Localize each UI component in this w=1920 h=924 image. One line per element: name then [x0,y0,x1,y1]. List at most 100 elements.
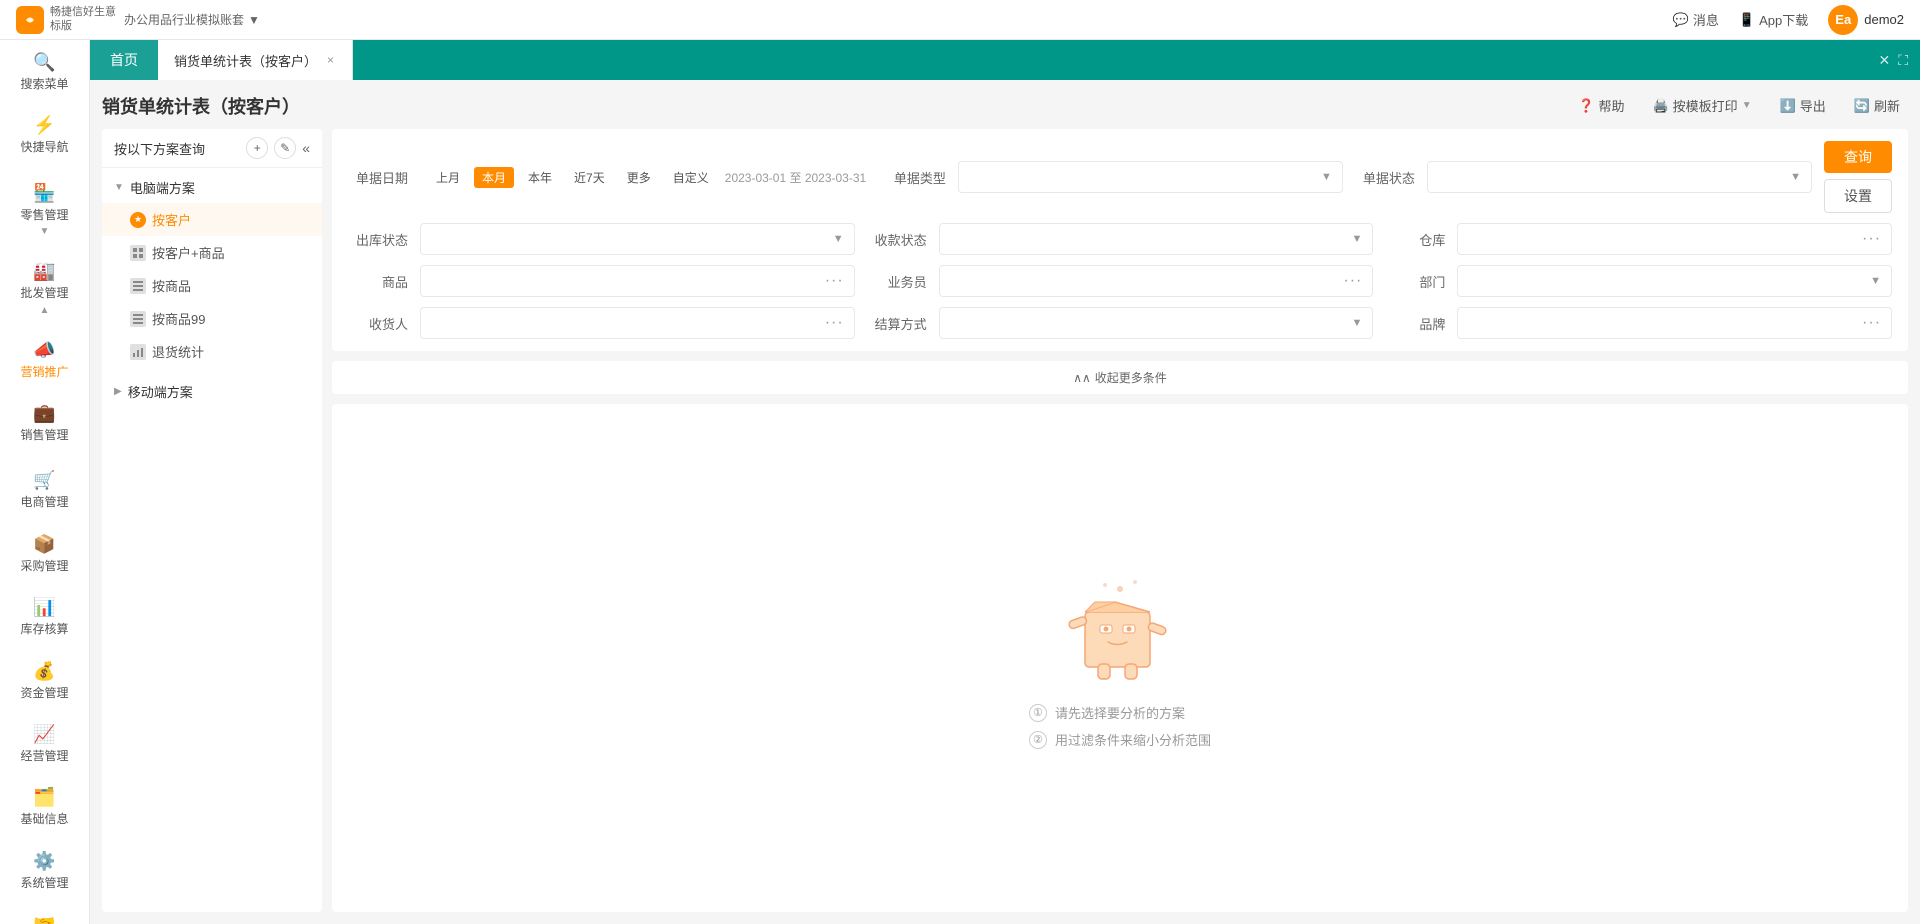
purchase-icon: 📦 [33,534,55,555]
sidebar-item-ecommerce[interactable]: 🛒 电商管理 [0,458,89,521]
sales-icon: 💼 [33,403,55,424]
sidebar-item-quicknav[interactable]: ⚡ 快捷导航 [0,103,89,166]
date-custom-btn[interactable]: 自定义 [665,167,717,188]
sidebar-item-inventory[interactable]: 📊 库存核算 [0,585,89,648]
scheme-add-button[interactable]: + [246,137,268,159]
export-icon: ⬇️ [1780,98,1796,114]
app-icon: 📱 [1739,12,1755,28]
operations-icon: 📈 [33,724,55,745]
scheme-item-customer-goods[interactable]: 按客户+商品 [102,236,322,269]
filter-row-3: 商品 ··· 业务员 ··· 部门 [348,265,1892,297]
doc-type-arrow-icon: ▼ [1321,171,1332,183]
page-container: 销货单统计表（按客户） ❓ 帮助 🖨️ 按模板打印 ▼ ⬇️ 导出 [90,80,1920,924]
salesperson-control[interactable]: ··· [939,265,1374,297]
payment-label: 结算方式 [867,314,927,333]
scheme-group-desktop-header[interactable]: ▼ 电脑端方案 [102,172,322,203]
scheme-tools: + ✎ « [246,137,310,159]
sidebar-item-wholesale[interactable]: 🏭 批发管理 ▲ [0,249,89,327]
marketing-icon: 📣 [33,340,55,361]
help-button[interactable]: ❓ 帮助 [1570,92,1632,119]
date-this-month-btn[interactable]: 本月 [474,167,514,188]
print-arrow-icon: ▼ [1742,100,1752,111]
payment-control[interactable]: ▼ [939,307,1374,339]
collapse-bar[interactable]: ∧∧ 收起更多条件 [332,361,1908,394]
mobile-group-toggle-icon: ▶ [114,386,122,397]
date-more-btn[interactable]: 更多 [619,167,659,188]
empty-hint-1: ① 请先选择要分析的方案 [1029,703,1185,722]
message-button[interactable]: 💬 消息 [1673,10,1719,29]
dept-arrow-icon: ▼ [1870,275,1881,287]
page-header: 销货单统计表（按客户） ❓ 帮助 🖨️ 按模板打印 ▼ ⬇️ 导出 [102,92,1908,119]
tab-close-all-button[interactable]: ✕ [1878,52,1890,69]
query-button[interactable]: 查询 [1824,141,1892,173]
tab-home[interactable]: 首页 [90,40,158,80]
date-7days-btn[interactable]: 近7天 [566,167,613,188]
brand-control[interactable]: ··· [1457,307,1892,339]
sidebar-item-purchase[interactable]: 📦 采购管理 [0,522,89,585]
system-label[interactable]: 办公用品行业模拟账套 ▼ [124,11,260,28]
return-stats-icon [130,344,146,360]
doc-status-control[interactable]: ▼ [1427,161,1812,193]
doc-type-label: 单据类型 [886,168,946,187]
refresh-button[interactable]: 🔄 刷新 [1846,92,1908,119]
logo-text: 畅捷信好生意 标版 [50,6,116,32]
customer-goods-scheme-icon [130,245,146,261]
consignee-control[interactable]: ··· [420,307,855,339]
goods-control[interactable]: ··· [420,265,855,297]
scheme-group-mobile: ▶ 移动端方案 [102,372,322,411]
dept-label: 部门 [1385,272,1445,291]
brand-label: 品牌 [1385,314,1445,333]
avatar: Ea [1828,5,1858,35]
user-avatar-area[interactable]: Ea demo2 [1828,5,1904,35]
empty-illustration [1060,567,1180,687]
goods99-scheme-icon [130,311,146,327]
tab-maximize-button[interactable]: ⛶ [1898,52,1908,69]
scheme-group-mobile-header[interactable]: ▶ 移动端方案 [102,376,322,407]
retail-arrow: ▼ [40,226,50,237]
scheme-item-return-stats[interactable]: 退货统计 [102,335,322,368]
app-download-button[interactable]: 📱 App下载 [1739,10,1808,29]
sidebar-item-sales[interactable]: 💼 销售管理 [0,391,89,454]
scheme-collapse-button[interactable]: « [302,140,310,156]
settings-button[interactable]: 设置 [1824,179,1892,213]
scheme-edit-button[interactable]: ✎ [274,137,296,159]
username-label: demo2 [1864,12,1904,27]
top-header: 畅捷信好生意 标版 办公用品行业模拟账套 ▼ 💬 消息 📱 App下载 Ea d… [0,0,1920,40]
scheme-title: 按以下方案查询 [114,139,238,158]
sidebar-item-marketing[interactable]: 📣 营销推广 [0,328,89,391]
refresh-icon: 🔄 [1854,98,1870,114]
desktop-group-toggle-icon: ▼ [114,182,124,193]
tab-active[interactable]: 销货单统计表（按客户） × [158,40,353,80]
export-button[interactable]: ⬇️ 导出 [1772,92,1834,119]
payment-arrow-icon: ▼ [1351,317,1362,329]
out-status-label: 出库状态 [348,230,408,249]
sidebar-item-basic[interactable]: 🗂️ 基础信息 [0,775,89,838]
out-status-control[interactable]: ▼ [420,223,855,255]
print-icon: 🖨️ [1652,98,1668,114]
sidebar-item-finance[interactable]: 💰 资金管理 [0,649,89,712]
tab-active-label: 销货单统计表（按客户） [174,51,317,70]
scheme-item-by-customer[interactable]: ★ 按客户 [102,203,322,236]
empty-state: ① 请先选择要分析的方案 ② 用过滤条件来缩小分析范围 [332,404,1908,912]
doc-type-control[interactable]: ▼ [958,161,1343,193]
sidebar-item-operations[interactable]: 📈 经营管理 [0,712,89,775]
dept-control[interactable]: ▼ [1457,265,1892,297]
logo-icon [16,6,44,34]
scheme-item-by-goods[interactable]: 按商品 [102,269,322,302]
sidebar-item-retail[interactable]: 🏪 零售管理 ▼ [0,171,89,249]
header-right: 💬 消息 📱 App下载 Ea demo2 [1673,5,1904,35]
sidebar-item-search[interactable]: 🔍 搜索菜单 [0,40,89,103]
collect-status-control[interactable]: ▼ [939,223,1374,255]
date-this-year-btn[interactable]: 本年 [520,167,560,188]
print-button[interactable]: 🖨️ 按模板打印 ▼ [1644,92,1759,119]
sidebar-item-system[interactable]: ⚙️ 系统管理 [0,839,89,902]
warehouse-control[interactable]: ··· [1457,223,1892,255]
sidebar: 🔍 搜索菜单 ⚡ 快捷导航 🏪 零售管理 ▼ 🏭 批发管理 ▲ 📣 营销推广 💼… [0,40,90,924]
date-last-month-btn[interactable]: 上月 [428,167,468,188]
scheme-item-goods99[interactable]: 按商品99 [102,302,322,335]
date-label: 单据日期 [348,168,408,187]
header-left: 畅捷信好生意 标版 办公用品行业模拟账套 ▼ [16,6,260,34]
tab-close-button[interactable]: × [325,51,336,69]
sidebar-item-enterprise[interactable]: 🤝 企业协同 [0,902,89,924]
salesperson-label: 业务员 [867,272,927,291]
